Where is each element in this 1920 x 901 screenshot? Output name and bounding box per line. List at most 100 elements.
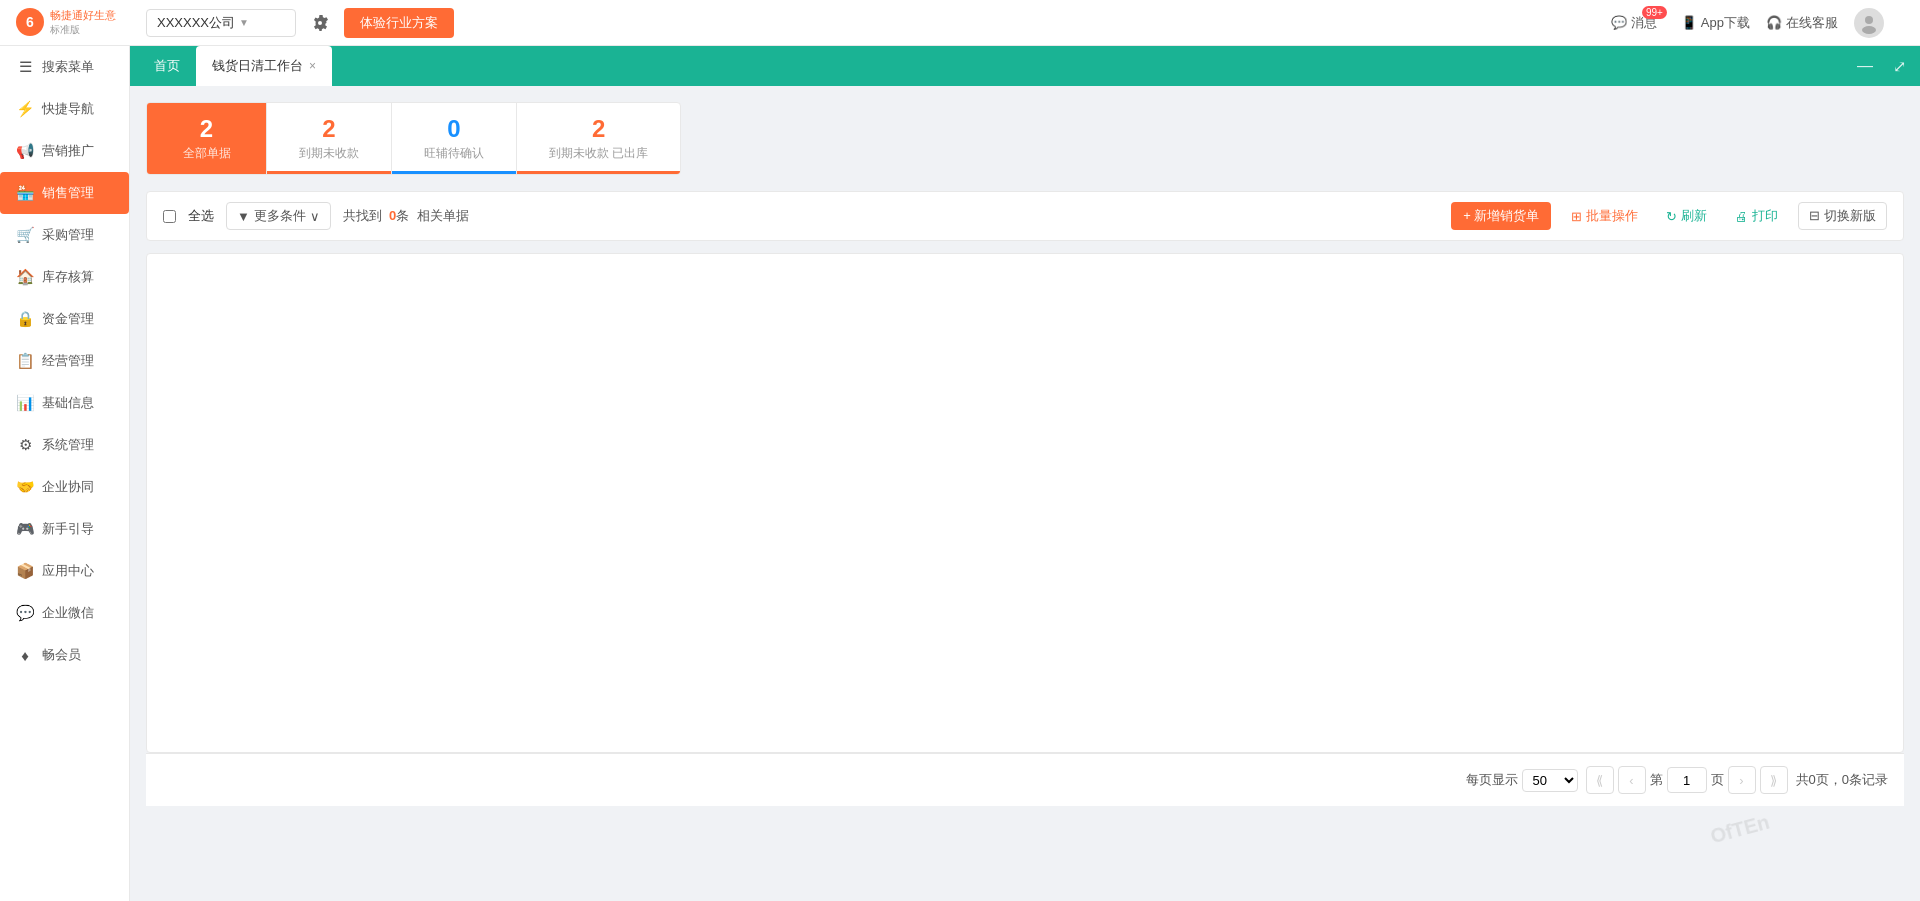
- guide-icon: 🎮: [16, 520, 34, 538]
- batch-label: 批量操作: [1586, 207, 1638, 225]
- download-icon: 📱: [1681, 15, 1697, 30]
- main-content: 2 全部单据 2 到期未收款 0 旺辅待确认 2 到期未收款 已出库 全选 ▼ …: [130, 86, 1920, 901]
- stats-label-all: 全部单据: [179, 145, 234, 162]
- logo-area: 6 畅捷通好生意 标准版: [16, 8, 146, 36]
- refresh-icon: ↻: [1666, 209, 1677, 224]
- sidebar-item-quick-nav[interactable]: ⚡ 快捷导航: [0, 88, 129, 130]
- purchase-icon: 🛒: [16, 226, 34, 244]
- logo-sub: 标准版: [50, 23, 116, 37]
- tab-home[interactable]: 首页: [138, 46, 196, 86]
- stats-label-pending: 旺辅待确认: [424, 145, 484, 162]
- sidebar-label-wechat: 企业微信: [42, 604, 94, 622]
- sidebar-label-guide: 新手引导: [42, 520, 94, 538]
- sidebar-item-inventory[interactable]: 🏠 库存核算: [0, 256, 129, 298]
- company-name: XXXXXX公司: [157, 14, 235, 32]
- filter-icon: ▼: [237, 209, 250, 224]
- system-icon: ⚙: [16, 436, 34, 454]
- sidebar-item-marketing[interactable]: 📢 营销推广: [0, 130, 129, 172]
- stats-tabs: 2 全部单据 2 到期未收款 0 旺辅待确认 2 到期未收款 已出库: [146, 102, 681, 175]
- tab-active[interactable]: 钱货日清工作台 ×: [196, 46, 332, 86]
- switch-label: 切换新版: [1824, 208, 1876, 223]
- svg-point-1: [1862, 26, 1876, 34]
- found-text: 共找到 0条 相关单据: [343, 207, 469, 225]
- sidebar-item-capital[interactable]: 🔒 资金管理: [0, 298, 129, 340]
- refresh-button[interactable]: ↻ 刷新: [1658, 203, 1715, 229]
- page-input[interactable]: [1667, 767, 1707, 793]
- print-button[interactable]: 🖨 打印: [1727, 203, 1786, 229]
- tab-minimize-btn[interactable]: —: [1851, 57, 1879, 75]
- stats-label-out: 到期未收款 已出库: [549, 145, 648, 162]
- new-sales-button[interactable]: + 新增销货单: [1451, 202, 1551, 230]
- sidebar-label-apps: 应用中心: [42, 562, 94, 580]
- member-icon: ♦: [16, 647, 34, 664]
- select-all-checkbox[interactable]: [163, 210, 176, 223]
- tab-active-label: 钱货日清工作台: [212, 57, 303, 75]
- settings-button[interactable]: [304, 7, 336, 39]
- per-page-dropdown[interactable]: 50 100 200: [1522, 769, 1578, 792]
- sidebar-item-wechat[interactable]: 💬 企业微信: [0, 592, 129, 634]
- stats-tab-overdue[interactable]: 2 到期未收款: [267, 103, 392, 174]
- sidebar-item-purchase[interactable]: 🛒 采购管理: [0, 214, 129, 256]
- sidebar-item-basics[interactable]: 📊 基础信息: [0, 382, 129, 424]
- filter-chevron: ∨: [310, 209, 320, 224]
- app-download-button[interactable]: 📱 App下载: [1681, 14, 1750, 32]
- menu-icon: ☰: [16, 58, 34, 76]
- sidebar-item-member[interactable]: ♦ 畅会员: [0, 634, 129, 676]
- page-next-button[interactable]: ›: [1728, 766, 1756, 794]
- filter-button[interactable]: ▼ 更多条件 ∨: [226, 202, 331, 230]
- batch-operation-button[interactable]: ⊞ 批量操作: [1563, 203, 1646, 229]
- page-prev-button[interactable]: ‹: [1618, 766, 1646, 794]
- found-prefix: 共找到: [343, 208, 382, 223]
- quick-nav-icon: ⚡: [16, 100, 34, 118]
- logo-text: 畅捷通好生意: [50, 8, 116, 22]
- stats-tab-pending[interactable]: 0 旺辅待确认: [392, 103, 517, 174]
- page-first-button[interactable]: ⟪: [1586, 766, 1614, 794]
- avatar[interactable]: [1854, 8, 1884, 38]
- sidebar-item-cooperation[interactable]: 🤝 企业协同: [0, 466, 129, 508]
- sidebar-label-sales: 销售管理: [42, 184, 94, 202]
- sidebar-item-sales[interactable]: 🏪 销售管理: [0, 172, 129, 214]
- print-icon: 🖨: [1735, 209, 1748, 224]
- stats-tab-all[interactable]: 2 全部单据: [147, 103, 267, 174]
- page-last-button[interactable]: ⟫: [1760, 766, 1788, 794]
- page-of-label: 页: [1711, 771, 1724, 789]
- company-selector[interactable]: XXXXXX公司 ▼: [146, 9, 296, 37]
- toolbar: 全选 ▼ 更多条件 ∨ 共找到 0条 相关单据 + 新增销货单 ⊞ 批量操作 ↻…: [146, 191, 1904, 241]
- switch-version-button[interactable]: ⊟ 切换新版: [1798, 202, 1887, 230]
- tab-maximize-btn[interactable]: ⤢: [1887, 57, 1912, 76]
- sidebar-label-marketing: 营销推广: [42, 142, 94, 160]
- tab-home-label: 首页: [154, 57, 180, 75]
- tab-close-icon[interactable]: ×: [309, 59, 316, 73]
- sidebar-label-capital: 资金管理: [42, 310, 94, 328]
- experience-button[interactable]: 体验行业方案: [344, 8, 454, 38]
- capital-icon: 🔒: [16, 310, 34, 328]
- cooperation-icon: 🤝: [16, 478, 34, 496]
- chevron-down-icon: ▼: [239, 17, 249, 28]
- svg-point-0: [1865, 16, 1873, 24]
- online-service-button[interactable]: 🎧 在线客服: [1766, 14, 1838, 32]
- sidebar-item-guide[interactable]: 🎮 新手引导: [0, 508, 129, 550]
- sidebar-item-apps[interactable]: 📦 应用中心: [0, 550, 129, 592]
- apps-icon: 📦: [16, 562, 34, 580]
- sidebar-item-operations[interactable]: 📋 经营管理: [0, 340, 129, 382]
- sidebar-label-inventory: 库存核算: [42, 268, 94, 286]
- message-button[interactable]: 💬 消息 99+: [1611, 14, 1657, 32]
- sidebar-label-member: 畅会员: [42, 646, 81, 664]
- stats-num-all: 2: [179, 115, 234, 143]
- page-label: 第: [1650, 771, 1663, 789]
- sidebar-item-search-menu[interactable]: ☰ 搜索菜单: [0, 46, 129, 88]
- stats-tab-out[interactable]: 2 到期未收款 已出库: [517, 103, 680, 174]
- sidebar-item-system[interactable]: ⚙ 系统管理: [0, 424, 129, 466]
- inventory-icon: 🏠: [16, 268, 34, 286]
- batch-icon: ⊞: [1571, 209, 1582, 224]
- per-page-label: 每页显示: [1466, 771, 1518, 789]
- tab-bar-right: — ⤢: [1851, 57, 1912, 76]
- sales-icon: 🏪: [16, 184, 34, 202]
- tab-indicator-orange: [267, 171, 391, 174]
- wechat-icon: 💬: [16, 604, 34, 622]
- tab-indicator-blue: [392, 171, 516, 174]
- message-badge: 99+: [1642, 6, 1667, 19]
- page-size-select: 每页显示 50 100 200: [1466, 769, 1578, 792]
- sidebar-label-basics: 基础信息: [42, 394, 94, 412]
- sidebar: ☰ 搜索菜单 ⚡ 快捷导航 📢 营销推广 🏪 销售管理 🛒 采购管理 🏠 库存核…: [0, 46, 130, 901]
